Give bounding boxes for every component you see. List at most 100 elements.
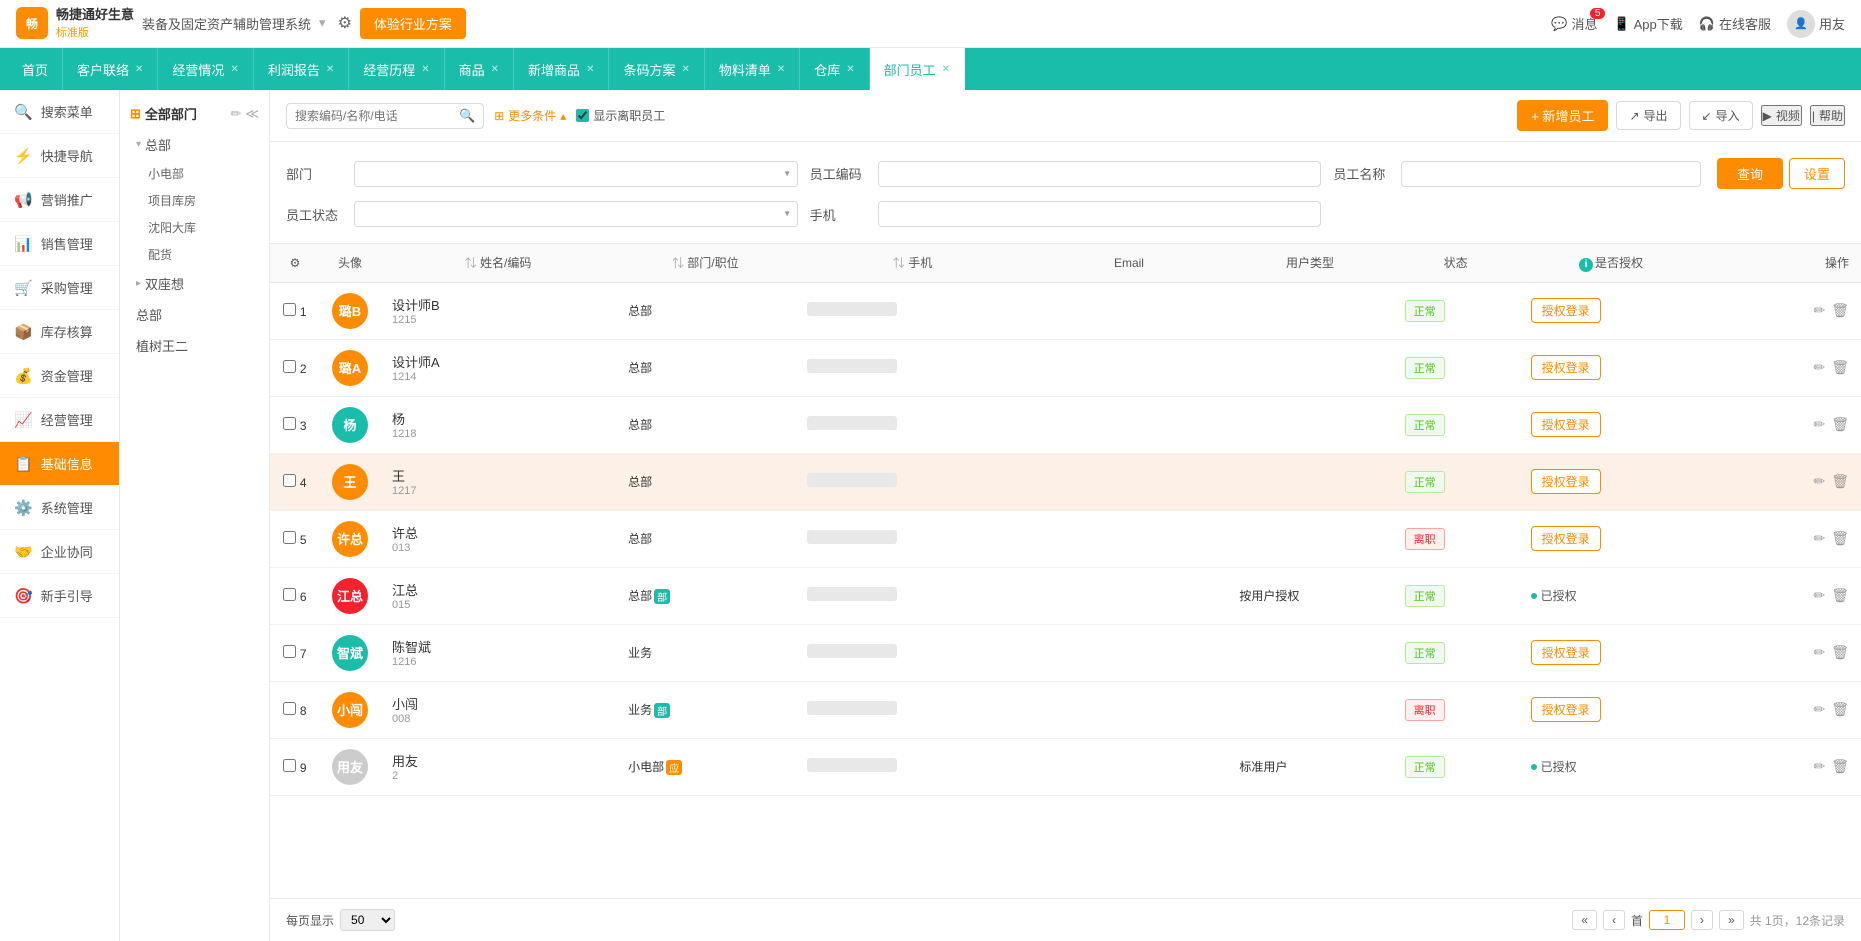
row-checkbox[interactable] [283,531,296,544]
emp-status-select[interactable] [354,201,798,227]
delete-btn[interactable]: 🗑 [1831,530,1849,547]
close-tab-icon[interactable]: ✕ [681,64,689,75]
show-resigned-checkbox[interactable]: 显示离职员工 [576,107,665,124]
close-tab-icon[interactable]: ✕ [230,64,238,75]
edit-btn[interactable]: ✏ [1813,302,1825,319]
dropdown-icon[interactable]: ▾ [319,15,326,31]
left-nav-item-purchase[interactable]: 🛒 采购管理 [0,266,119,310]
auth-login-btn[interactable]: 授权登录 [1531,355,1601,380]
edit-btn[interactable]: ✏ [1813,359,1825,376]
row-checkbox[interactable] [283,417,296,430]
left-nav-item-guide[interactable]: 🎯 新手引导 [0,574,119,618]
message-action[interactable]: 💬 消息 5 [1551,14,1597,33]
edit-btn[interactable]: ✏ [1813,644,1825,661]
left-nav-item-search[interactable]: 🔍 搜索菜单 [0,90,119,134]
nav-tab-条码方案[interactable]: 条码方案✕ [609,48,704,90]
emp-code-input[interactable] [878,161,1322,187]
dept-child-项目库房[interactable]: 项目库房 [120,187,269,214]
settings-button[interactable]: 设置 [1789,158,1845,189]
nav-tab-客户联络[interactable]: 客户联络✕ [63,48,158,90]
close-tab-icon[interactable]: ✕ [942,64,950,75]
view-button[interactable]: ▶ 视频 [1761,105,1802,126]
left-nav-item-finance[interactable]: 💰 资金管理 [0,354,119,398]
left-nav-item-sales[interactable]: 📊 销售管理 [0,222,119,266]
auth-login-btn[interactable]: 授权登录 [1531,469,1601,494]
left-nav-item-system[interactable]: ⚙️ 系统管理 [0,486,119,530]
page-size-select[interactable]: 50 10 20 100 [340,909,395,931]
online-support-action[interactable]: 🎧 在线客服 [1699,14,1771,33]
close-tab-icon[interactable]: ✕ [135,64,143,75]
nav-tab-利润报告[interactable]: 利润报告✕ [254,48,349,90]
filter-more-btn[interactable]: ⊞ 更多条件 ▴ [494,107,566,124]
left-nav-item-inventory[interactable]: 📦 库存核算 [0,310,119,354]
auth-login-btn[interactable]: 授权登录 [1531,412,1601,437]
nav-tab-经营情况[interactable]: 经营情况✕ [158,48,253,90]
user-action[interactable]: 👤 用友 [1787,10,1845,38]
edit-btn[interactable]: ✏ [1813,587,1825,604]
phone-input[interactable] [878,201,1322,227]
edit-btn[interactable]: ✏ [1813,530,1825,547]
left-nav-item-operation[interactable]: 📈 经营管理 [0,398,119,442]
delete-btn[interactable]: 🗑 [1831,644,1849,661]
dept-node-all[interactable]: ▾总部 [120,129,269,160]
add-employee-button[interactable]: + 新增员工 [1517,100,1608,131]
delete-btn[interactable]: 🗑 [1831,473,1849,490]
dept-select[interactable] [354,161,798,187]
auth-login-btn[interactable]: 授权登录 [1531,526,1601,551]
row-checkbox[interactable] [283,702,296,715]
nav-tab-首页[interactable]: 首页 [8,48,63,90]
edit-btn[interactable]: ✏ [1813,473,1825,490]
edit-btn[interactable]: ✏ [1813,758,1825,775]
search-input[interactable] [295,109,455,123]
left-nav-item-marketing[interactable]: 📢 营销推广 [0,178,119,222]
row-checkbox[interactable] [283,303,296,316]
dept-node-1[interactable]: 总部 [120,299,269,330]
first-page-btn[interactable]: « [1572,910,1597,930]
close-tab-icon[interactable]: ✕ [421,64,429,75]
auth-login-btn[interactable]: 授权登录 [1531,640,1601,665]
dept-node-2[interactable]: 植树王二 [120,330,269,361]
left-nav-item-collab[interactable]: 🤝 企业协同 [0,530,119,574]
page-input[interactable] [1649,910,1685,930]
search-button[interactable]: 查询 [1717,158,1783,189]
next-page-btn[interactable]: › [1691,910,1713,930]
edit-btn[interactable]: ✏ [1813,416,1825,433]
export-button[interactable]: ↗ 导出 [1616,101,1680,130]
resigned-checkbox-input[interactable] [576,109,589,122]
row-checkbox[interactable] [283,360,296,373]
settings-icon[interactable]: ⚙ [338,13,352,33]
row-checkbox[interactable] [283,645,296,658]
app-download-action[interactable]: 📱 App下载 [1613,14,1682,33]
nav-tab-物料清单[interactable]: 物料清单✕ [705,48,800,90]
prev-page-btn[interactable]: ‹ [1603,910,1625,930]
nav-tab-仓库[interactable]: 仓库✕ [800,48,869,90]
row-checkbox[interactable] [283,759,296,772]
close-tab-icon[interactable]: ✕ [586,64,594,75]
close-tab-icon[interactable]: ✕ [777,64,785,75]
nav-tab-新增商品[interactable]: 新增商品✕ [514,48,609,90]
left-nav-item-quick[interactable]: ⚡ 快捷导航 [0,134,119,178]
row-checkbox[interactable] [283,474,296,487]
close-tab-icon[interactable]: ✕ [326,64,334,75]
delete-btn[interactable]: 🗑 [1831,416,1849,433]
close-tab-icon[interactable]: ✕ [846,64,854,75]
experience-button[interactable]: 体验行业方案 [360,8,466,39]
delete-btn[interactable]: 🗑 [1831,701,1849,718]
help-button[interactable]: | 帮助 [1810,105,1845,126]
last-page-btn[interactable]: » [1719,910,1744,930]
row-checkbox[interactable] [283,588,296,601]
emp-name-input[interactable] [1401,161,1701,187]
import-button[interactable]: ↙ 导入 [1689,101,1753,130]
nav-tab-部门员工[interactable]: 部门员工✕ [870,48,965,90]
auth-login-btn[interactable]: 授权登录 [1531,697,1601,722]
dept-collapse-btn[interactable]: ≪ [245,106,259,122]
dept-child-沈阳大库[interactable]: 沈阳大库 [120,214,269,241]
dept-child-小电部[interactable]: 小电部 [120,160,269,187]
left-nav-item-basic[interactable]: 📋 基础信息 [0,442,119,486]
edit-btn[interactable]: ✏ [1813,701,1825,718]
delete-btn[interactable]: 🗑 [1831,758,1849,775]
dept-child-配货[interactable]: 配货 [120,241,269,268]
dept-node-0[interactable]: ▸双座想 [120,268,269,299]
delete-btn[interactable]: 🗑 [1831,359,1849,376]
close-tab-icon[interactable]: ✕ [491,64,499,75]
